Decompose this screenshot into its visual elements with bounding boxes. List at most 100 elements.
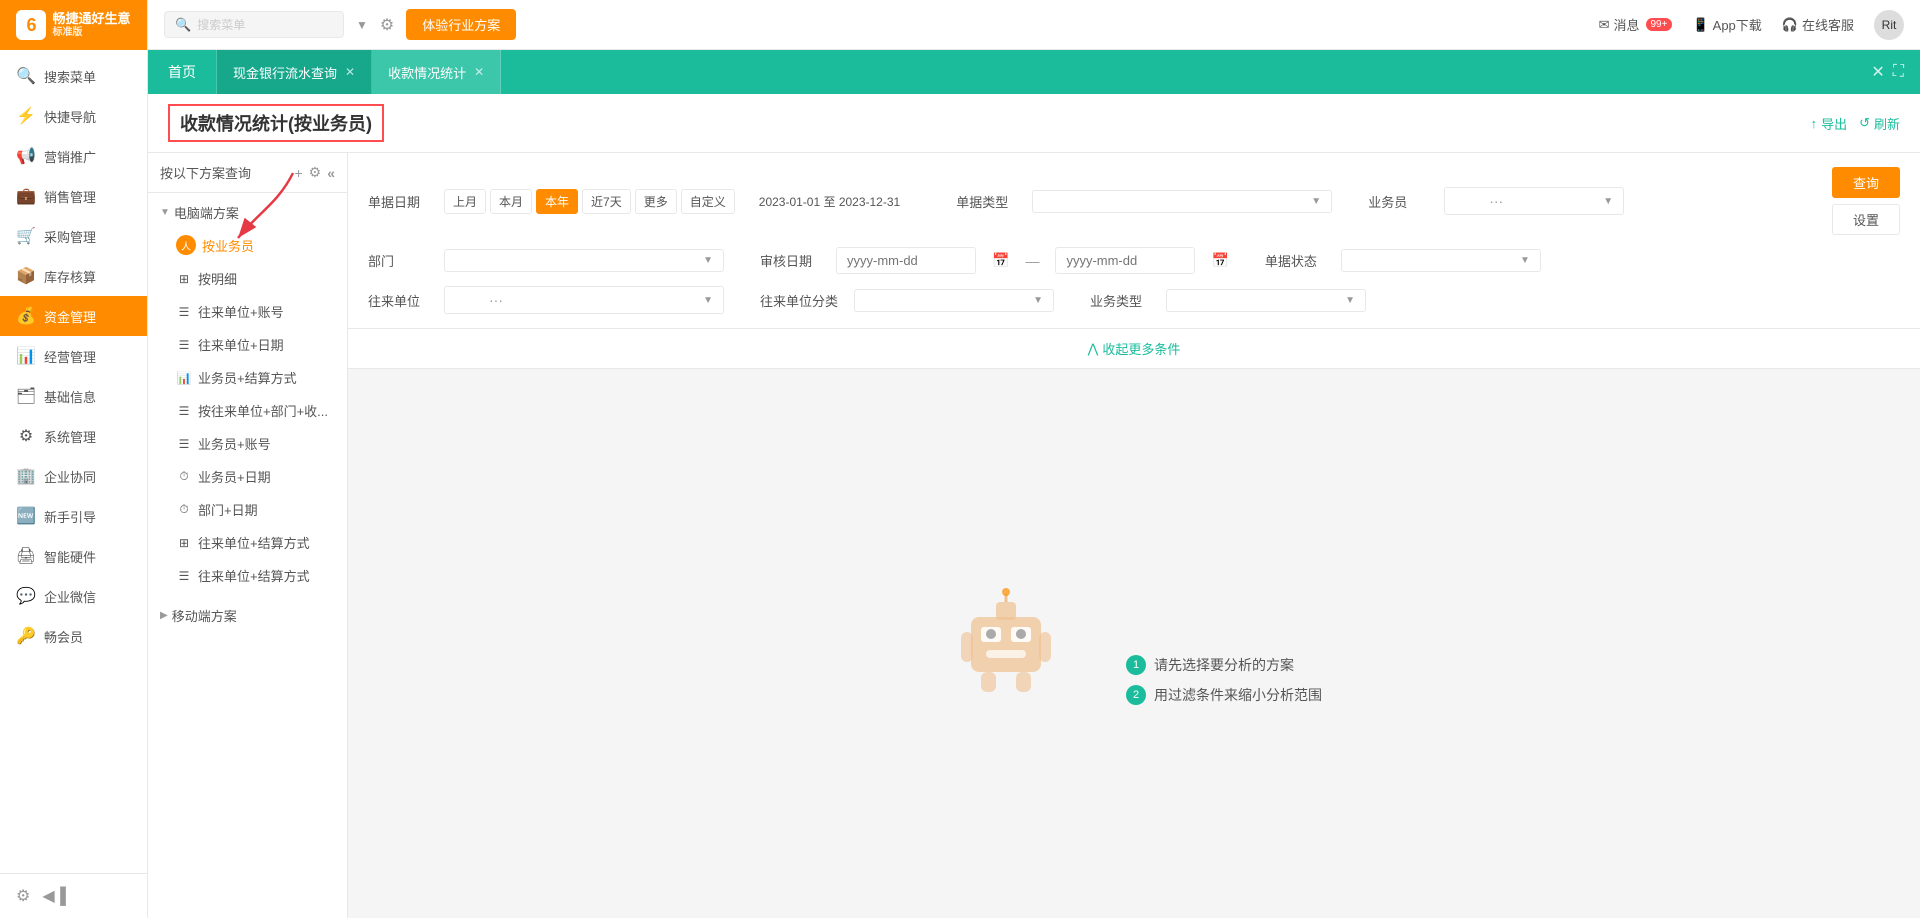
topbar-right: ✉ 消息 99+ 📱 App下载 🎧 在线客服 Rit: [1599, 10, 1904, 40]
sidebar-item-search[interactable]: 🔍 搜索菜单: [0, 56, 147, 96]
user-avatar[interactable]: Rit: [1874, 10, 1904, 40]
scheme-item-label: 业务员+结算方式: [198, 368, 297, 387]
inventory-icon: 📦: [16, 266, 36, 286]
date-btn-lastmonth[interactable]: 上月: [444, 189, 486, 214]
footer-settings-btn[interactable]: ⚙: [16, 886, 30, 906]
dept-select[interactable]: ▼: [444, 249, 724, 272]
scheme-item-10[interactable]: ☰ 往来单位+结算方式: [148, 559, 347, 592]
sidebar-item-label: 快捷导航: [44, 107, 96, 126]
audit-start-input[interactable]: [836, 247, 976, 274]
sidebar-item-operation[interactable]: 📊 经营管理: [0, 336, 147, 376]
scheme-item-8[interactable]: ⏱ 部门+日期: [148, 493, 347, 526]
tab-cashflow[interactable]: 现金银行流水查询 ✕: [217, 50, 372, 94]
sidebar-item-wechat[interactable]: 💬 企业微信: [0, 576, 147, 616]
audit-dash: —: [1025, 253, 1039, 269]
collapse-panel-btn[interactable]: «: [327, 165, 335, 181]
tabbar: 首页 现金银行流水查询 ✕ 收款情况统计 ✕ ✕ ⛶: [148, 50, 1920, 94]
audit-end-input[interactable]: [1055, 247, 1195, 274]
sidebar-item-system[interactable]: ⚙ 系统管理: [0, 416, 147, 456]
topbar-dropdown-arrow[interactable]: ▼: [356, 18, 368, 32]
counterpart-type-select[interactable]: ▼: [854, 289, 1054, 312]
tab-home[interactable]: 首页: [148, 50, 217, 94]
sidebar-item-newguide[interactable]: 🆕 新手引导: [0, 496, 147, 536]
counterpart-arrow: ▼: [703, 295, 713, 306]
refresh-btn[interactable]: ↺ 刷新: [1859, 114, 1900, 133]
scheme-item-7[interactable]: ⏱ 业务员+日期: [148, 460, 347, 493]
date-btn-custom[interactable]: 自定义: [681, 189, 735, 214]
trial-btn[interactable]: 体验行业方案: [406, 9, 516, 40]
sidebar-item-label: 智能硬件: [44, 547, 96, 566]
online-service-item[interactable]: 🎧 在线客服: [1782, 15, 1854, 34]
sidebar-item-inventory[interactable]: 📦 库存核算: [0, 256, 147, 296]
scheme-item-5[interactable]: ☰ 按往来单位+部门+收...: [148, 394, 347, 427]
sidebar-item-sales[interactable]: 💼 销售管理: [0, 176, 147, 216]
date-btn-thismonth[interactable]: 本月: [490, 189, 532, 214]
date-btn-last7[interactable]: 近7天: [582, 189, 631, 214]
sidebar-footer: ⚙ ◀▐: [0, 873, 147, 918]
sidebar-item-hardware[interactable]: 🖨 智能硬件: [0, 536, 147, 576]
salesperson-select[interactable]: ··· ▼: [1444, 187, 1624, 215]
hardware-icon: 🖨: [16, 546, 36, 566]
export-btn[interactable]: ↑ 导出: [1811, 114, 1848, 133]
scheme-item-0[interactable]: 人 按业务员: [148, 228, 347, 262]
collapse-up-icon: ⋀: [1088, 341, 1099, 357]
scheme-item-1[interactable]: ⊞ 按明细: [148, 262, 347, 295]
counterpart-select[interactable]: ··· ▼: [444, 286, 724, 314]
query-btn[interactable]: 查询: [1832, 167, 1900, 198]
filter-row-2: 部门 ▼ 审核日期 📅 — 📅 单据状态: [368, 247, 1900, 274]
sidebar-item-purchase[interactable]: 🛒 采购管理: [0, 216, 147, 256]
scheme-item-3[interactable]: ☰ 往来单位+日期: [148, 328, 347, 361]
scheme-item-2[interactable]: ☰ 往来单位+账号: [148, 295, 347, 328]
topbar-search-box[interactable]: 🔍 搜索菜单: [164, 11, 344, 38]
tab-receipt-close[interactable]: ✕: [474, 65, 484, 79]
scheme-header-desktop[interactable]: ▼ 电脑端方案: [148, 197, 347, 228]
scheme-item-label: 按往来单位+部门+收...: [198, 401, 328, 420]
messages-item[interactable]: ✉ 消息 99+: [1599, 15, 1673, 34]
tab-cashflow-close[interactable]: ✕: [345, 65, 355, 79]
doctype-label: 单据类型: [956, 192, 1016, 211]
footer-collapse-btn[interactable]: ◀▐: [42, 886, 66, 906]
add-scheme-btn[interactable]: +: [294, 165, 302, 181]
counterpart-dots[interactable]: ···: [489, 292, 503, 308]
maximize-window-btn[interactable]: ⛶: [1893, 63, 1904, 81]
topbar-gear-icon[interactable]: ⚙: [380, 15, 394, 35]
left-panel-actions: + ⚙ «: [294, 164, 335, 181]
audit-start-cal[interactable]: 📅: [992, 252, 1009, 269]
sidebar-item-vip[interactable]: 🔑 畅会员: [0, 616, 147, 656]
scheme-header-mobile[interactable]: ▶ 移动端方案: [148, 600, 347, 631]
empty-illustration: [946, 582, 1066, 705]
sidebar-item-label: 新手引导: [44, 507, 96, 526]
scheme-item-6[interactable]: ☰ 业务员+账号: [148, 427, 347, 460]
message-icon: ✉: [1599, 17, 1610, 33]
app-download-item[interactable]: 📱 App下载: [1692, 15, 1761, 34]
sidebar-item-enterprise[interactable]: 🏢 企业协同: [0, 456, 147, 496]
biztype-select[interactable]: ▼: [1166, 289, 1366, 312]
settings-btn[interactable]: 设置: [1832, 204, 1900, 235]
sidebar-item-finance[interactable]: 💰 资金管理: [0, 296, 147, 336]
biztype-arrow: ▼: [1345, 295, 1355, 306]
tab-home-label: 首页: [168, 62, 196, 82]
dept-label: 部门: [368, 251, 428, 270]
step-2-label: 用过滤条件来缩小分析范围: [1154, 685, 1322, 705]
topbar-left: 🔍 搜索菜单 ▼ ⚙ 体验行业方案: [164, 9, 516, 40]
tab-receipt[interactable]: 收款情况统计 ✕: [372, 50, 501, 94]
audit-end-cal[interactable]: 📅: [1211, 252, 1228, 269]
sidebar-item-basicinfo[interactable]: 🗂 基础信息: [0, 376, 147, 416]
scheme-mobile-label: 移动端方案: [172, 606, 237, 625]
date-btn-thisyear[interactable]: 本年: [536, 189, 578, 214]
close-window-btn[interactable]: ✕: [1871, 62, 1884, 82]
settings-scheme-btn[interactable]: ⚙: [309, 164, 322, 181]
scheme-expand-icon: ▼: [160, 207, 170, 218]
collapse-btn[interactable]: ⋀ 收起更多条件: [1088, 339, 1181, 358]
scheme-item-4[interactable]: 📊 业务员+结算方式: [148, 361, 347, 394]
date-btn-more[interactable]: 更多: [635, 189, 677, 214]
sidebar-item-label: 系统管理: [44, 427, 96, 446]
sidebar-item-marketing[interactable]: 📢 营销推广: [0, 136, 147, 176]
step-num-2: 2: [1126, 685, 1146, 705]
salesperson-dots[interactable]: ···: [1489, 193, 1503, 209]
docstatus-select[interactable]: ▼: [1341, 249, 1541, 272]
sidebar-item-label: 资金管理: [44, 307, 96, 326]
sidebar-item-quicknav[interactable]: ⚡ 快捷导航: [0, 96, 147, 136]
doctype-select[interactable]: ▼: [1032, 190, 1332, 213]
scheme-item-9[interactable]: ⊞ 往来单位+结算方式: [148, 526, 347, 559]
